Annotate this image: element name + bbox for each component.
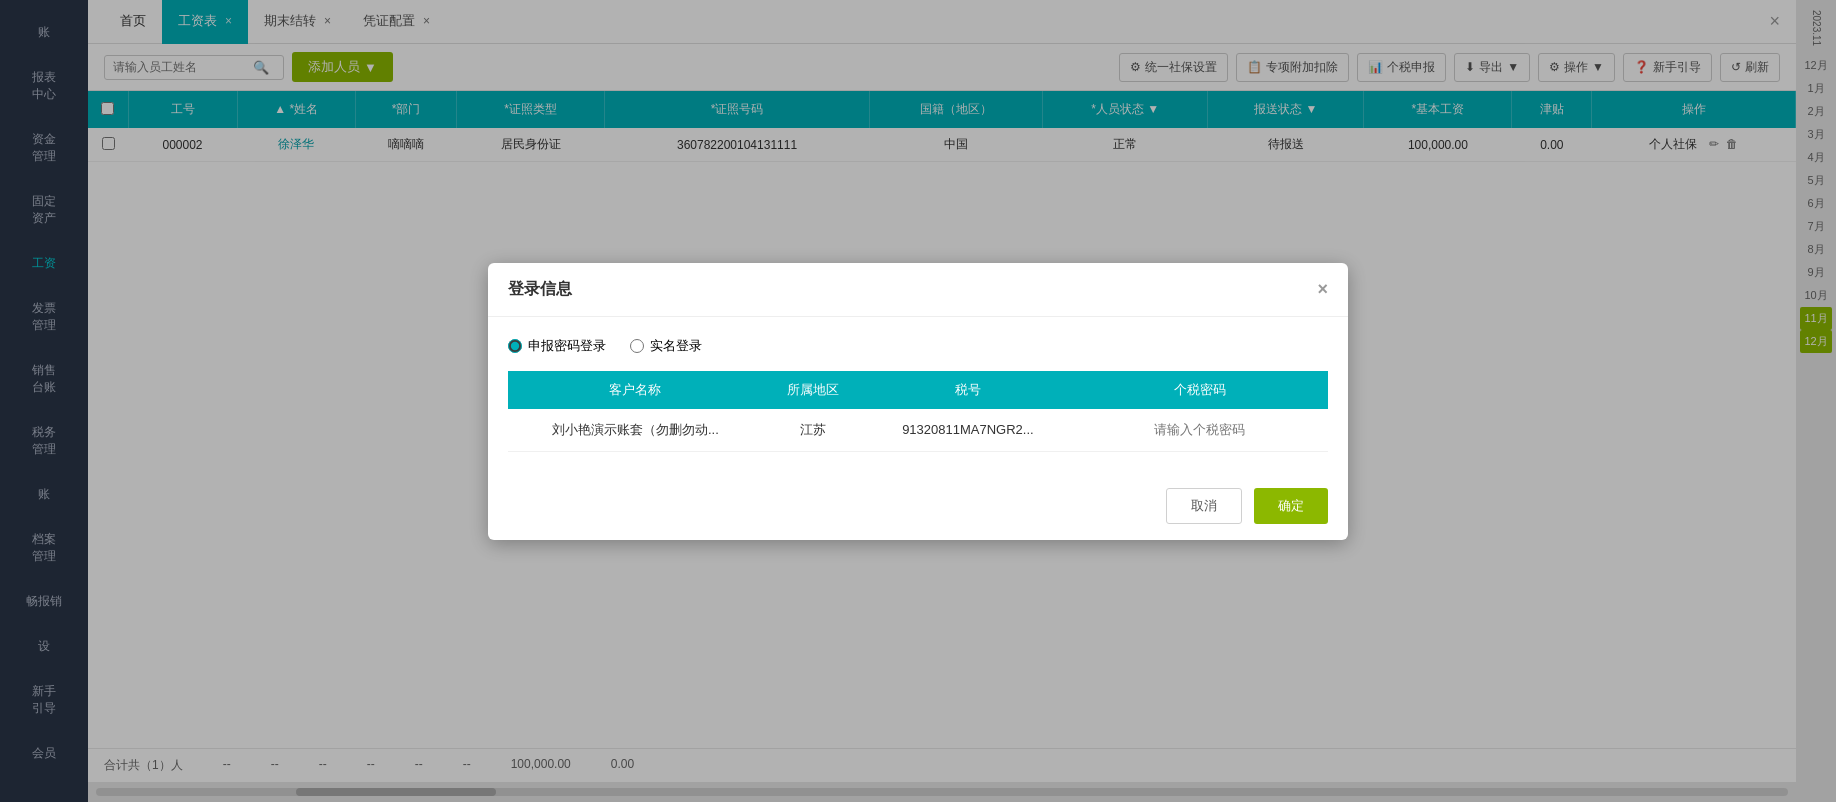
login-info-modal: 登录信息 × 申报密码登录 实名登录 客户名称 所属地区 [488,263,1348,540]
modal-close-button[interactable]: × [1317,279,1328,300]
login-table-row: 刘小艳演示账套（勿删勿动... 江苏 91320811MA7NGR2... [508,409,1328,452]
cancel-button[interactable]: 取消 [1166,488,1242,524]
modal-overlay: 登录信息 × 申报密码登录 实名登录 客户名称 所属地区 [0,0,1836,802]
radio-realname-label: 实名登录 [650,337,702,355]
col-tax-password: 个税密码 [1072,371,1328,409]
radio-realname-input[interactable] [630,339,644,353]
confirm-button[interactable]: 确定 [1254,488,1328,524]
modal-footer: 取消 确定 [488,472,1348,540]
modal-header: 登录信息 × [488,263,1348,317]
modal-body: 申报密码登录 实名登录 客户名称 所属地区 税号 个税密码 [488,317,1348,472]
radio-group: 申报密码登录 实名登录 [508,337,1328,355]
col-client-name: 客户名称 [508,371,763,409]
radio-password-input[interactable] [508,339,522,353]
modal-title: 登录信息 [508,279,572,300]
password-cell[interactable] [1072,409,1328,452]
radio-password-login[interactable]: 申报密码登录 [508,337,606,355]
login-table: 客户名称 所属地区 税号 个税密码 刘小艳演示账套（勿删勿动... 江苏 913… [508,371,1328,452]
radio-password-label: 申报密码登录 [528,337,606,355]
client-name-cell: 刘小艳演示账套（勿删勿动... [508,409,763,452]
col-tax-no: 税号 [864,371,1072,409]
tax-password-input[interactable] [1084,422,1316,437]
radio-realname-login[interactable]: 实名登录 [630,337,702,355]
region-cell: 江苏 [763,409,864,452]
tax-no-cell: 91320811MA7NGR2... [864,409,1072,452]
col-region: 所属地区 [763,371,864,409]
